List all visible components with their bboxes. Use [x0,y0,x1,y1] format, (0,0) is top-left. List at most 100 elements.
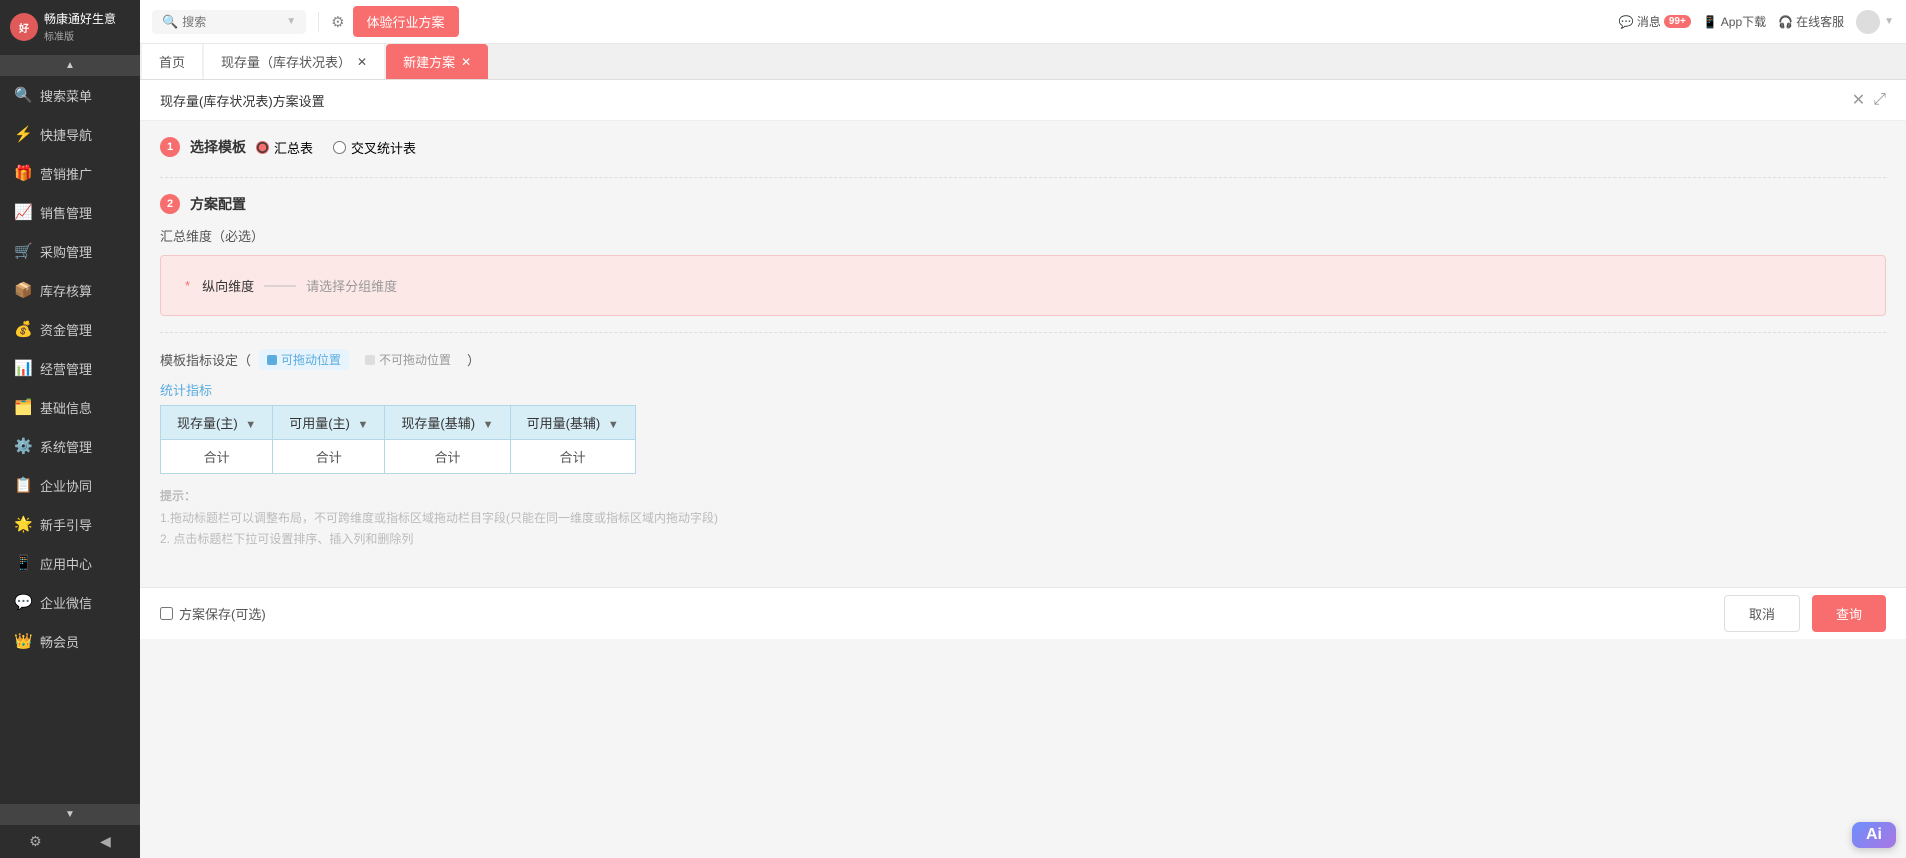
sidebar-scroll-up[interactable]: ▲ [0,56,140,76]
tab-inventory-label: 现存量（库存状况表） [221,52,351,71]
topbar: 🔍 ▼ ⚙ 体验行业方案 💬 消息 99+ 📱 App下载 🎧 在线客服 [140,0,1906,44]
stats-section-title: 统计指标 [160,380,1886,399]
operations-icon: 📊 [14,359,32,377]
purchase-icon: 🛒 [14,242,32,260]
page-expand-btn[interactable]: ⤢ [1873,90,1886,110]
table-col-2-header[interactable]: 可用量(主) ▼ [273,406,385,440]
search-input[interactable] [182,15,282,29]
topbar-search-icon: 🔍 [162,14,178,30]
service-label: 在线客服 [1796,13,1844,30]
tips: 提示： 1.拖动标题栏可以调整布局，不可跨维度或指标区域拖动栏目字段(只能在同一… [160,486,1886,551]
page-close-btn[interactable]: ✕ [1852,90,1865,110]
step2-number: 2 [160,194,180,214]
sidebar-item-inventory[interactable]: 📦 库存核算 [0,271,140,310]
marketing-icon: 🎁 [14,164,32,182]
save-checkbox[interactable]: 方案保存(可选) [160,604,266,623]
topbar-user[interactable]: ▼ [1856,10,1894,34]
query-button[interactable]: 查询 [1812,595,1886,632]
dim-placeholder: 请选择分组维度 [306,276,397,295]
sidebar-item-basic[interactable]: 🗂️ 基础信息 [0,388,140,427]
tab-home[interactable]: 首页 [142,44,202,79]
sidebar-item-label: 畅会员 [40,632,79,651]
sidebar-item-search[interactable]: 🔍 搜索菜单 [0,76,140,115]
topbar-msg[interactable]: 💬 消息 99+ [1619,13,1691,30]
dim-required-mark: * [185,278,190,293]
table-col-4-header[interactable]: 可用量(基辅) ▼ [510,406,635,440]
topbar-right: 💬 消息 99+ 📱 App下载 🎧 在线客服 ▼ [1619,10,1894,34]
tip2: 2. 点击标题栏下拉可设置排序、插入列和删除列 [160,532,413,546]
logo-text: 畅康通好生意 标准版 [44,12,116,43]
sidebar-item-newbie[interactable]: 🌟 新手引导 [0,505,140,544]
sidebar-item-label: 资金管理 [40,320,92,339]
system-icon: ⚙️ [14,437,32,455]
table-col-3-header[interactable]: 现存量(基辅) ▼ [385,406,510,440]
col1-dropdown[interactable]: ▼ [245,419,256,431]
tab-inventory[interactable]: 现存量（库存状况表） ✕ [204,44,384,79]
sidebar-item-finance[interactable]: 💰 资金管理 [0,310,140,349]
sidebar-item-apps[interactable]: 📱 应用中心 [0,544,140,583]
sidebar-item-quick-nav[interactable]: ⚡ 快捷导航 [0,115,140,154]
topbar-app[interactable]: 📱 App下载 [1703,13,1766,30]
ai-badge-label: Ai [1866,826,1882,843]
col1-cell: 合计 [161,440,273,474]
basic-icon: 🗂️ [14,398,32,416]
topbar-gear-btn[interactable]: ⚙ [331,13,344,31]
radio-cross-input[interactable] [333,141,346,154]
sidebar-item-operations[interactable]: 📊 经营管理 [0,349,140,388]
col3-dropdown[interactable]: ▼ [483,419,494,431]
col2-dropdown[interactable]: ▼ [357,419,368,431]
sidebar-item-system[interactable]: ⚙️ 系统管理 [0,427,140,466]
sidebar-bottom: ⚙ ◀ [0,824,140,858]
col3-cell: 合计 [385,440,510,474]
radio-cross[interactable]: 交叉统计表 [333,138,416,157]
tab-new-plan[interactable]: 新建方案 ✕ [386,44,488,79]
sidebar-item-corp[interactable]: 📋 企业协同 [0,466,140,505]
radio-summary-input[interactable] [256,141,269,154]
indicator-movable-badge: 可拖动位置 [259,349,349,370]
tip1: 1.拖动标题栏可以调整布局，不可跨维度或指标区域拖动栏目字段(只能在同一维度或指… [160,511,718,525]
sidebar-settings-btn[interactable]: ⚙ [29,833,42,850]
indicator-label: 模板指标设定（ 可拖动位置 不可拖动位置 ） [160,349,1886,370]
sidebar-item-label: 采购管理 [40,242,92,261]
save-label: 方案保存(可选) [179,604,266,623]
sidebar-item-label: 销售管理 [40,203,92,222]
tab-new-plan-close[interactable]: ✕ [461,55,471,69]
dim-box[interactable]: * 纵向维度 —— 请选择分组维度 [160,255,1886,316]
table-col-1-header[interactable]: 现存量(主) ▼ [161,406,273,440]
indicator-settings-suffix: ） [467,350,480,369]
sidebar-item-purchase[interactable]: 🛒 采购管理 [0,232,140,271]
sidebar-item-label: 企业协同 [40,476,92,495]
sidebar-item-sales[interactable]: 📈 销售管理 [0,193,140,232]
tab-inventory-close[interactable]: ✕ [357,55,367,69]
step1-header: 1 选择模板 汇总表 交叉统计表 [160,137,1886,157]
sales-icon: 📈 [14,203,32,221]
sidebar-item-label: 基础信息 [40,398,92,417]
user-name: ▼ [1884,16,1894,27]
sidebar-scroll-down[interactable]: ▼ [0,804,140,824]
app-label: App下载 [1721,13,1766,30]
form-body: 1 选择模板 汇总表 交叉统计表 [140,121,1906,587]
section-divider-1 [160,177,1886,178]
save-checkbox-input[interactable] [160,607,173,620]
topbar-service[interactable]: 🎧 在线客服 [1778,13,1844,30]
industry-btn[interactable]: 体验行业方案 [353,6,459,37]
vip-icon: 👑 [14,632,32,650]
sidebar-collapse-btn[interactable]: ◀ [100,833,111,850]
ai-badge[interactable]: Ai [1852,822,1896,848]
service-icon: 🎧 [1778,15,1793,29]
step2-section: 2 方案配置 汇总维度（必选） * 纵向维度 —— 请选择分组维度 模板指标设定… [160,194,1886,551]
main: 🔍 ▼ ⚙ 体验行业方案 💬 消息 99+ 📱 App下载 🎧 在线客服 [140,0,1906,858]
tabs-bar: 首页 现存量（库存状况表） ✕ 新建方案 ✕ [140,44,1906,80]
sidebar-item-marketing[interactable]: 🎁 营销推广 [0,154,140,193]
wechat-icon: 💬 [14,593,32,611]
cancel-button[interactable]: 取消 [1724,595,1800,632]
msg-icon: 💬 [1619,15,1634,29]
radio-summary[interactable]: 汇总表 [256,138,313,157]
step1-section: 1 选择模板 汇总表 交叉统计表 [160,137,1886,157]
section-divider-2 [160,332,1886,333]
sidebar-item-wechat[interactable]: 💬 企业微信 [0,583,140,622]
col2-cell: 合计 [273,440,385,474]
sidebar-item-vip[interactable]: 👑 畅会员 [0,622,140,661]
sidebar-item-label: 应用中心 [40,554,92,573]
col4-dropdown[interactable]: ▼ [608,419,619,431]
